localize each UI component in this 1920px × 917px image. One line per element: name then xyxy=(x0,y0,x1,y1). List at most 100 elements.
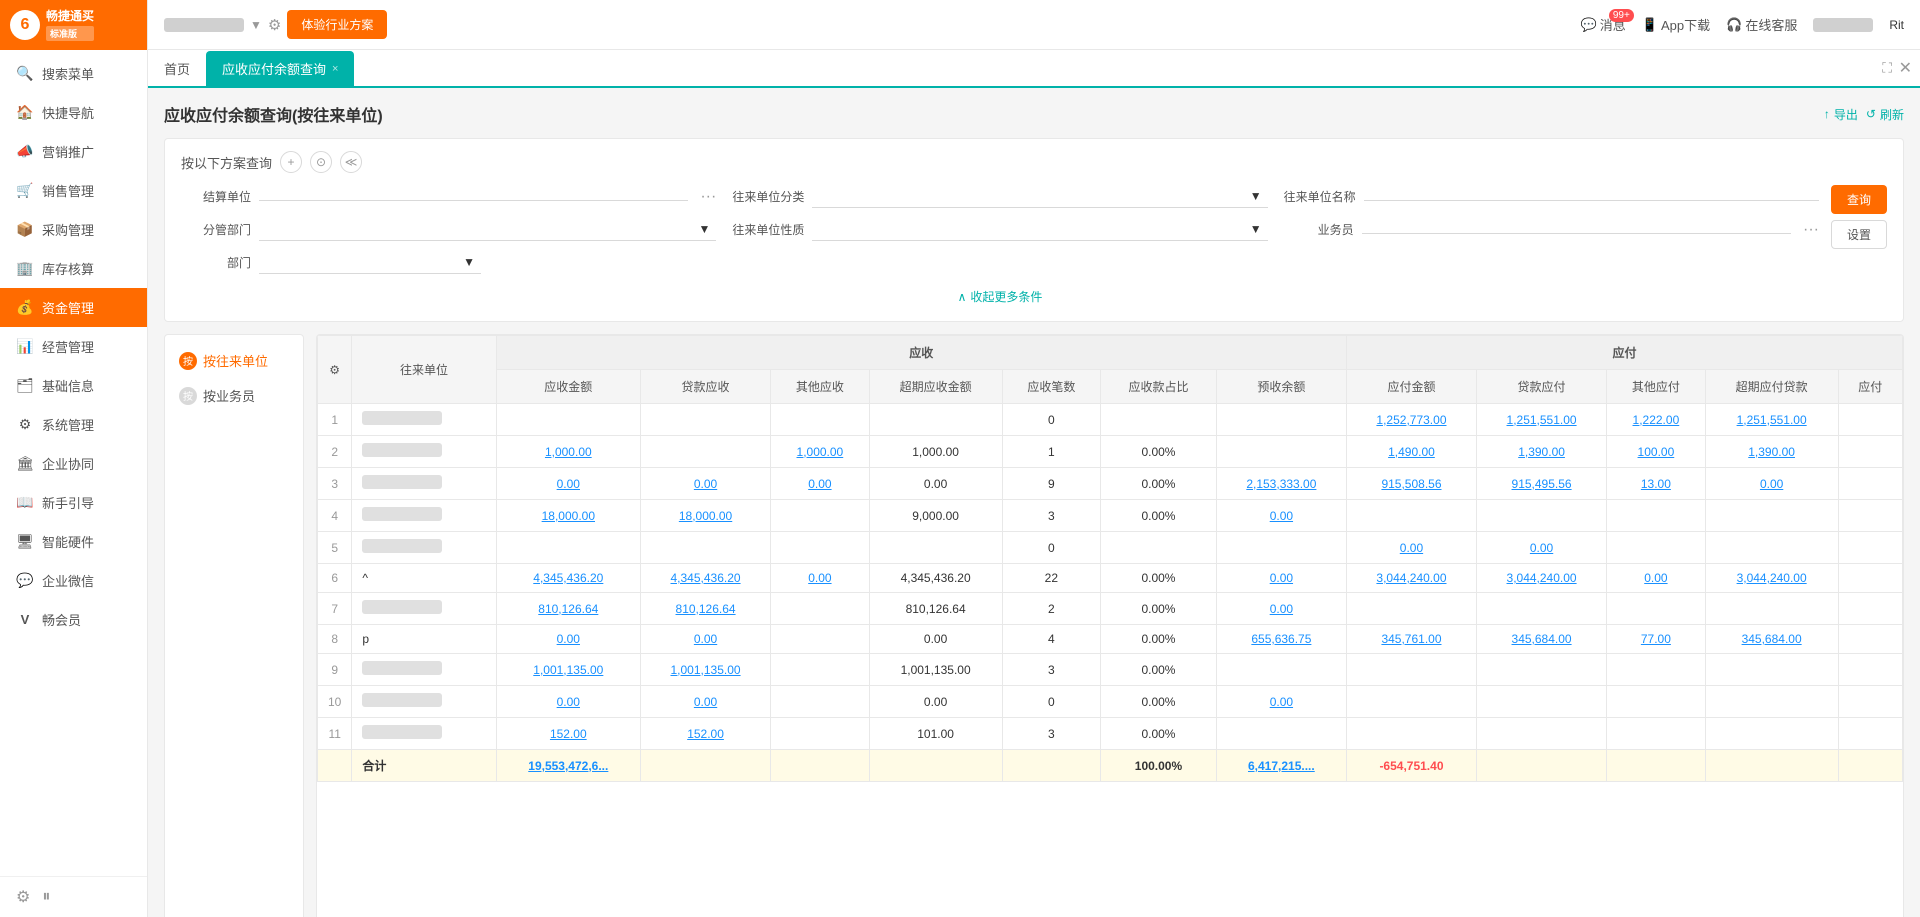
sidebar-item-business[interactable]: 📊 经营管理 xyxy=(0,327,147,366)
ar-prepay-cell[interactable]: 2,153,333.00 xyxy=(1216,468,1346,500)
partner-name-input[interactable] xyxy=(1364,192,1819,201)
settings-col-header[interactable]: ⚙ xyxy=(318,336,352,404)
nav-item-salesman[interactable]: 按 按业务员 xyxy=(165,378,303,413)
ap-loan-cell[interactable]: 345,684.00 xyxy=(1477,625,1607,654)
message-btn[interactable]: 💬 消息 99+ xyxy=(1581,15,1626,34)
sidebar-item-quick-nav[interactable]: 🏠 快捷导航 xyxy=(0,93,147,132)
sidebar-item-sales[interactable]: 🛒 销售管理 xyxy=(0,171,147,210)
ap-amount-cell[interactable]: 915,508.56 xyxy=(1346,468,1476,500)
ar-other-cell[interactable] xyxy=(771,500,870,532)
scheme-settings-btn[interactable]: ⊙ xyxy=(310,151,332,173)
ap-remain-header[interactable]: 应付 xyxy=(1838,370,1902,404)
ar-prepay-cell[interactable] xyxy=(1216,532,1346,564)
ar-amount-header[interactable]: 应收金额 xyxy=(496,370,640,404)
query-btn[interactable]: 查询 xyxy=(1831,185,1887,214)
ar-other-header[interactable]: 其他应收 xyxy=(771,370,870,404)
ar-prepay-cell[interactable]: 0.00 xyxy=(1216,593,1346,625)
footer-collapse-icon[interactable]: ⏸ xyxy=(42,888,50,906)
ar-other-cell[interactable] xyxy=(771,532,870,564)
ar-prepay-cell[interactable]: 655,636.75 xyxy=(1216,625,1346,654)
ar-loan-cell[interactable]: 810,126.64 xyxy=(641,593,771,625)
ar-prepay-cell[interactable] xyxy=(1216,436,1346,468)
dept-select[interactable]: ▼ xyxy=(259,251,481,274)
ap-loan-header[interactable]: 贷款应付 xyxy=(1477,370,1607,404)
tab-home[interactable]: 首页 xyxy=(148,51,206,86)
ar-loan-cell[interactable]: 1,001,135.00 xyxy=(641,654,771,686)
sidebar-item-finance[interactable]: 💰 资金管理 xyxy=(0,288,147,327)
ap-other-cell[interactable]: 100.00 xyxy=(1607,436,1706,468)
ap-loan-cell[interactable]: 3,044,240.00 xyxy=(1477,564,1607,593)
online-service-btn[interactable]: 🎧 在线客服 xyxy=(1726,15,1797,34)
ar-amount-cell[interactable] xyxy=(496,404,640,436)
ap-overdue-cell[interactable] xyxy=(1705,686,1838,718)
ap-loan-cell[interactable]: 1,390.00 xyxy=(1477,436,1607,468)
ap-amount-cell[interactable] xyxy=(1346,593,1476,625)
footer-ar-prepay[interactable]: 6,417,215.... xyxy=(1216,750,1346,782)
ap-loan-cell[interactable] xyxy=(1477,500,1607,532)
ap-amount-cell[interactable] xyxy=(1346,686,1476,718)
sidebar-item-corp[interactable]: 🏛 企业协同 xyxy=(0,444,147,483)
tab-ar-query[interactable]: 应收应付余额查询 × xyxy=(206,51,354,86)
ap-other-cell[interactable] xyxy=(1607,593,1706,625)
sidebar-item-search-menu[interactable]: 🔍 搜索菜单 xyxy=(0,54,147,93)
ap-amount-cell[interactable]: 3,044,240.00 xyxy=(1346,564,1476,593)
ar-prepay-cell[interactable]: 0.00 xyxy=(1216,500,1346,532)
nav-item-partner[interactable]: 按 按往来单位 xyxy=(165,343,303,378)
ap-amount-cell[interactable]: 1,490.00 xyxy=(1346,436,1476,468)
tab-close-btn[interactable]: × xyxy=(332,63,338,75)
ar-amount-cell[interactable]: 0.00 xyxy=(496,686,640,718)
ar-other-cell[interactable] xyxy=(771,593,870,625)
ar-loan-cell[interactable]: 4,345,436.20 xyxy=(641,564,771,593)
ar-other-cell[interactable] xyxy=(771,654,870,686)
ap-other-cell[interactable]: 1,222.00 xyxy=(1607,404,1706,436)
ap-loan-cell[interactable]: 1,251,551.00 xyxy=(1477,404,1607,436)
ap-overdue-cell[interactable]: 3,044,240.00 xyxy=(1705,564,1838,593)
ap-other-cell[interactable] xyxy=(1607,654,1706,686)
ar-amount-cell[interactable] xyxy=(496,532,640,564)
ap-loan-cell[interactable]: 915,495.56 xyxy=(1477,468,1607,500)
add-scheme-btn[interactable]: + xyxy=(280,151,302,173)
ap-amount-header[interactable]: 应付金额 xyxy=(1346,370,1476,404)
ap-amount-cell[interactable]: 0.00 xyxy=(1346,532,1476,564)
ar-amount-cell[interactable]: 4,345,436.20 xyxy=(496,564,640,593)
ap-overdue-cell[interactable]: 345,684.00 xyxy=(1705,625,1838,654)
ar-loan-cell[interactable]: 0.00 xyxy=(641,686,771,718)
ap-other-cell[interactable] xyxy=(1607,500,1706,532)
solution-btn[interactable]: 体验行业方案 xyxy=(287,10,387,39)
export-btn[interactable]: ↑ 导出 xyxy=(1824,106,1858,123)
ar-overdue-header[interactable]: 超期应收金额 xyxy=(869,370,1002,404)
partner-category-select[interactable]: ▼ xyxy=(812,185,1267,208)
ap-other-cell[interactable]: 0.00 xyxy=(1607,564,1706,593)
ap-loan-cell[interactable] xyxy=(1477,593,1607,625)
ar-loan-cell[interactable]: 0.00 xyxy=(641,468,771,500)
ar-loan-cell[interactable] xyxy=(641,436,771,468)
sidebar-item-member[interactable]: V 畅会员 xyxy=(0,600,147,639)
ap-other-cell[interactable] xyxy=(1607,718,1706,750)
ar-other-cell[interactable]: 1,000.00 xyxy=(771,436,870,468)
ar-count-header[interactable]: 应收笔数 xyxy=(1002,370,1101,404)
close-window-icon[interactable]: ✕ xyxy=(1899,58,1912,78)
sidebar-item-purchase[interactable]: 📦 采购管理 xyxy=(0,210,147,249)
ar-amount-cell[interactable]: 1,001,135.00 xyxy=(496,654,640,686)
ar-prepay-cell[interactable] xyxy=(1216,404,1346,436)
ap-amount-cell[interactable]: 345,761.00 xyxy=(1346,625,1476,654)
app-download-btn[interactable]: 📱 App下载 xyxy=(1642,15,1710,34)
ar-amount-cell[interactable]: 810,126.64 xyxy=(496,593,640,625)
ap-other-cell[interactable]: 77.00 xyxy=(1607,625,1706,654)
ap-loan-cell[interactable] xyxy=(1477,654,1607,686)
branch-dept-select[interactable]: ▼ xyxy=(259,218,716,241)
sidebar-item-wechat[interactable]: 💬 企业微信 xyxy=(0,561,147,600)
ar-amount-cell[interactable]: 0.00 xyxy=(496,625,640,654)
ap-overdue-cell[interactable]: 0.00 xyxy=(1705,468,1838,500)
ap-amount-cell[interactable] xyxy=(1346,500,1476,532)
ap-overdue-header[interactable]: 超期应付贷款 xyxy=(1705,370,1838,404)
ar-prepay-cell[interactable] xyxy=(1216,718,1346,750)
salesman-dots[interactable]: ··· xyxy=(1803,221,1819,239)
refresh-btn[interactable]: ↺ 刷新 xyxy=(1866,106,1904,123)
ar-loan-cell[interactable]: 152.00 xyxy=(641,718,771,750)
ar-loan-cell[interactable] xyxy=(641,404,771,436)
ar-other-cell[interactable] xyxy=(771,718,870,750)
ar-prepay-cell[interactable]: 0.00 xyxy=(1216,686,1346,718)
ar-amount-cell[interactable]: 152.00 xyxy=(496,718,640,750)
ap-overdue-cell[interactable] xyxy=(1705,654,1838,686)
